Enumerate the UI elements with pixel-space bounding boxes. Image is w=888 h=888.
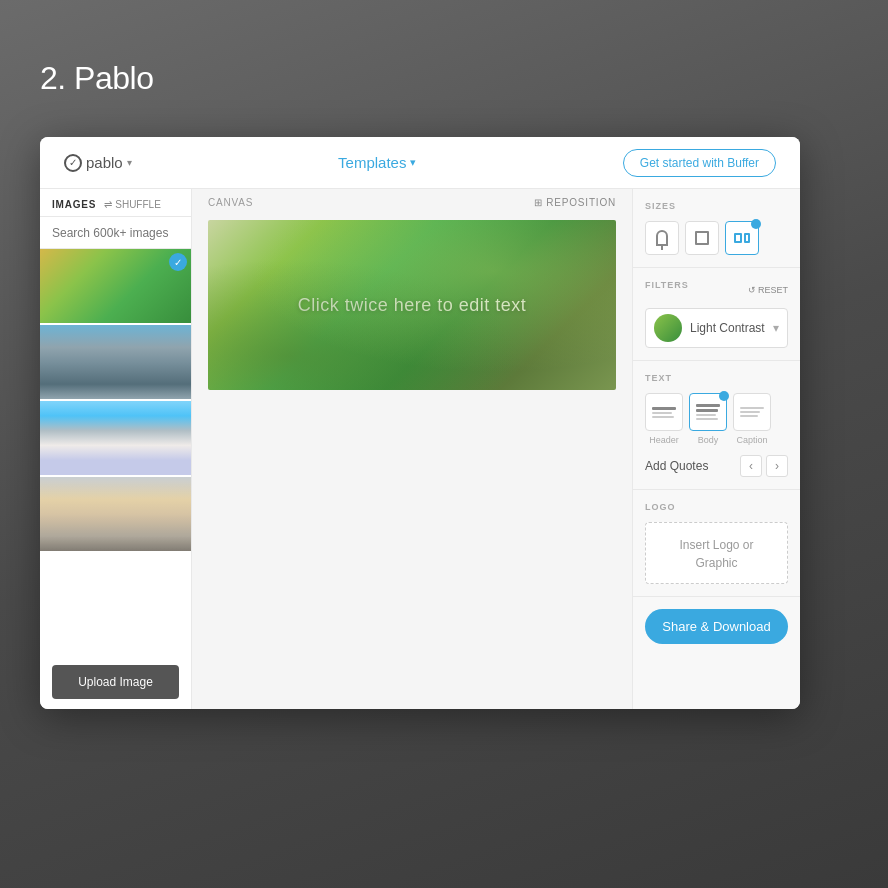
tab-shuffle[interactable]: ⇌ SHUFFLE (104, 199, 161, 210)
pinterest-icon (656, 230, 668, 246)
text-box-caption (733, 393, 771, 431)
logo-check-icon: ✓ (64, 154, 82, 172)
reposition-label: REPOSITION (546, 197, 616, 208)
search-box: 🔍 (40, 217, 191, 249)
logo-section: LOGO Insert Logo or Graphic (633, 490, 800, 597)
text-option-body[interactable]: Body (689, 393, 727, 445)
app-window: ✓ pablo ▾ Templates ▾ Get started with B… (40, 137, 800, 709)
logo-section-label: LOGO (645, 502, 788, 512)
body-active-dot (719, 391, 729, 401)
canvas-toolbar: CANVAS ⊞ REPOSITION (192, 189, 632, 216)
body-label: Body (698, 435, 719, 445)
logo-chevron-icon: ▾ (127, 157, 132, 168)
page-title: 2. Pablo (40, 60, 153, 97)
templates-chevron-icon: ▾ (410, 156, 416, 169)
quotes-label: Add Quotes (645, 459, 708, 473)
sizes-row (645, 221, 788, 255)
logo-insert-label: Insert Logo or Graphic (679, 538, 753, 570)
caption-lines (736, 403, 768, 421)
size-pinterest-button[interactable] (645, 221, 679, 255)
wide-icon (734, 233, 750, 243)
size-wide-button[interactable] (725, 221, 759, 255)
canvas-label: CANVAS (208, 197, 253, 208)
logo-insert-button[interactable]: Insert Logo or Graphic (645, 522, 788, 584)
canvas-bg-detail (208, 220, 616, 390)
text-box-header (645, 393, 683, 431)
reposition-icon: ⊞ (534, 197, 543, 208)
tab-images[interactable]: IMAGES (52, 199, 96, 210)
selected-badge-1: ✓ (169, 253, 187, 271)
size-active-dot (751, 219, 761, 229)
nav-next-button[interactable]: › (766, 455, 788, 477)
reposition-button[interactable]: ⊞ REPOSITION (534, 197, 617, 208)
canvas-frame[interactable]: Click twice here to edit text (208, 220, 616, 390)
shuffle-label: SHUFFLE (115, 199, 161, 210)
quotes-row: Add Quotes ‹ › (645, 455, 788, 477)
get-started-button[interactable]: Get started with Buffer (623, 149, 776, 177)
sizes-label: SIZES (645, 201, 788, 211)
reset-label: RESET (758, 285, 788, 295)
filter-name: Light Contrast (690, 321, 765, 335)
logo-area[interactable]: ✓ pablo ▾ (64, 154, 132, 172)
text-label: TEXT (645, 373, 788, 383)
filters-section: FILTERS ↺ RESET Light Contrast ▾ (633, 268, 800, 361)
image-thumb-4[interactable] (40, 477, 191, 553)
search-input[interactable] (52, 226, 202, 240)
filter-thumb (654, 314, 682, 342)
size-square-button[interactable] (685, 221, 719, 255)
templates-label: Templates (338, 154, 406, 171)
header-label: Header (649, 435, 679, 445)
body-lines (692, 400, 724, 424)
reset-icon: ↺ (748, 285, 756, 295)
caption-label: Caption (736, 435, 767, 445)
thumb-rocks-bg (40, 325, 191, 399)
header-lines (648, 403, 680, 422)
filter-select[interactable]: Light Contrast ▾ (645, 308, 788, 348)
share-section: Share & Download (633, 597, 800, 656)
right-panel: SIZES (632, 189, 800, 709)
text-option-header[interactable]: Header (645, 393, 683, 445)
image-thumb-1[interactable]: ✓ (40, 249, 191, 325)
share-label: Share & Download (662, 619, 770, 634)
upload-button[interactable]: Upload Image (52, 665, 179, 699)
shuffle-icon: ⇌ (104, 199, 112, 210)
filter-chevron-icon: ▾ (773, 321, 779, 335)
image-thumb-3[interactable] (40, 401, 191, 477)
app-body: IMAGES ⇌ SHUFFLE 🔍 ✓ (40, 189, 800, 709)
nav-arrows: ‹ › (740, 455, 788, 477)
share-download-button[interactable]: Share & Download (645, 609, 788, 644)
text-section: TEXT Header (633, 361, 800, 490)
text-box-body (689, 393, 727, 431)
thumb-aerial-bg (40, 401, 191, 475)
sidebar: IMAGES ⇌ SHUFFLE 🔍 ✓ (40, 189, 192, 709)
sidebar-tabs: IMAGES ⇌ SHUFFLE (40, 189, 191, 217)
text-option-caption[interactable]: Caption (733, 393, 771, 445)
sizes-section: SIZES (633, 189, 800, 268)
get-started-label: Get started with Buffer (640, 156, 759, 170)
app-header: ✓ pablo ▾ Templates ▾ Get started with B… (40, 137, 800, 189)
image-thumb-2[interactable] (40, 325, 191, 401)
thumb-city-bg (40, 477, 191, 551)
square-icon (695, 231, 709, 245)
upload-label: Upload Image (78, 675, 153, 689)
logo-text: pablo (86, 154, 123, 171)
filters-row: FILTERS ↺ RESET (645, 280, 788, 300)
templates-button[interactable]: Templates ▾ (338, 154, 416, 171)
text-options: Header Body (645, 393, 788, 445)
image-grid: ✓ (40, 249, 191, 655)
canvas-area: CANVAS ⊞ REPOSITION Click twice here to … (192, 189, 632, 709)
nav-prev-button[interactable]: ‹ (740, 455, 762, 477)
filters-label: FILTERS (645, 280, 689, 290)
reset-button[interactable]: ↺ RESET (748, 285, 788, 295)
